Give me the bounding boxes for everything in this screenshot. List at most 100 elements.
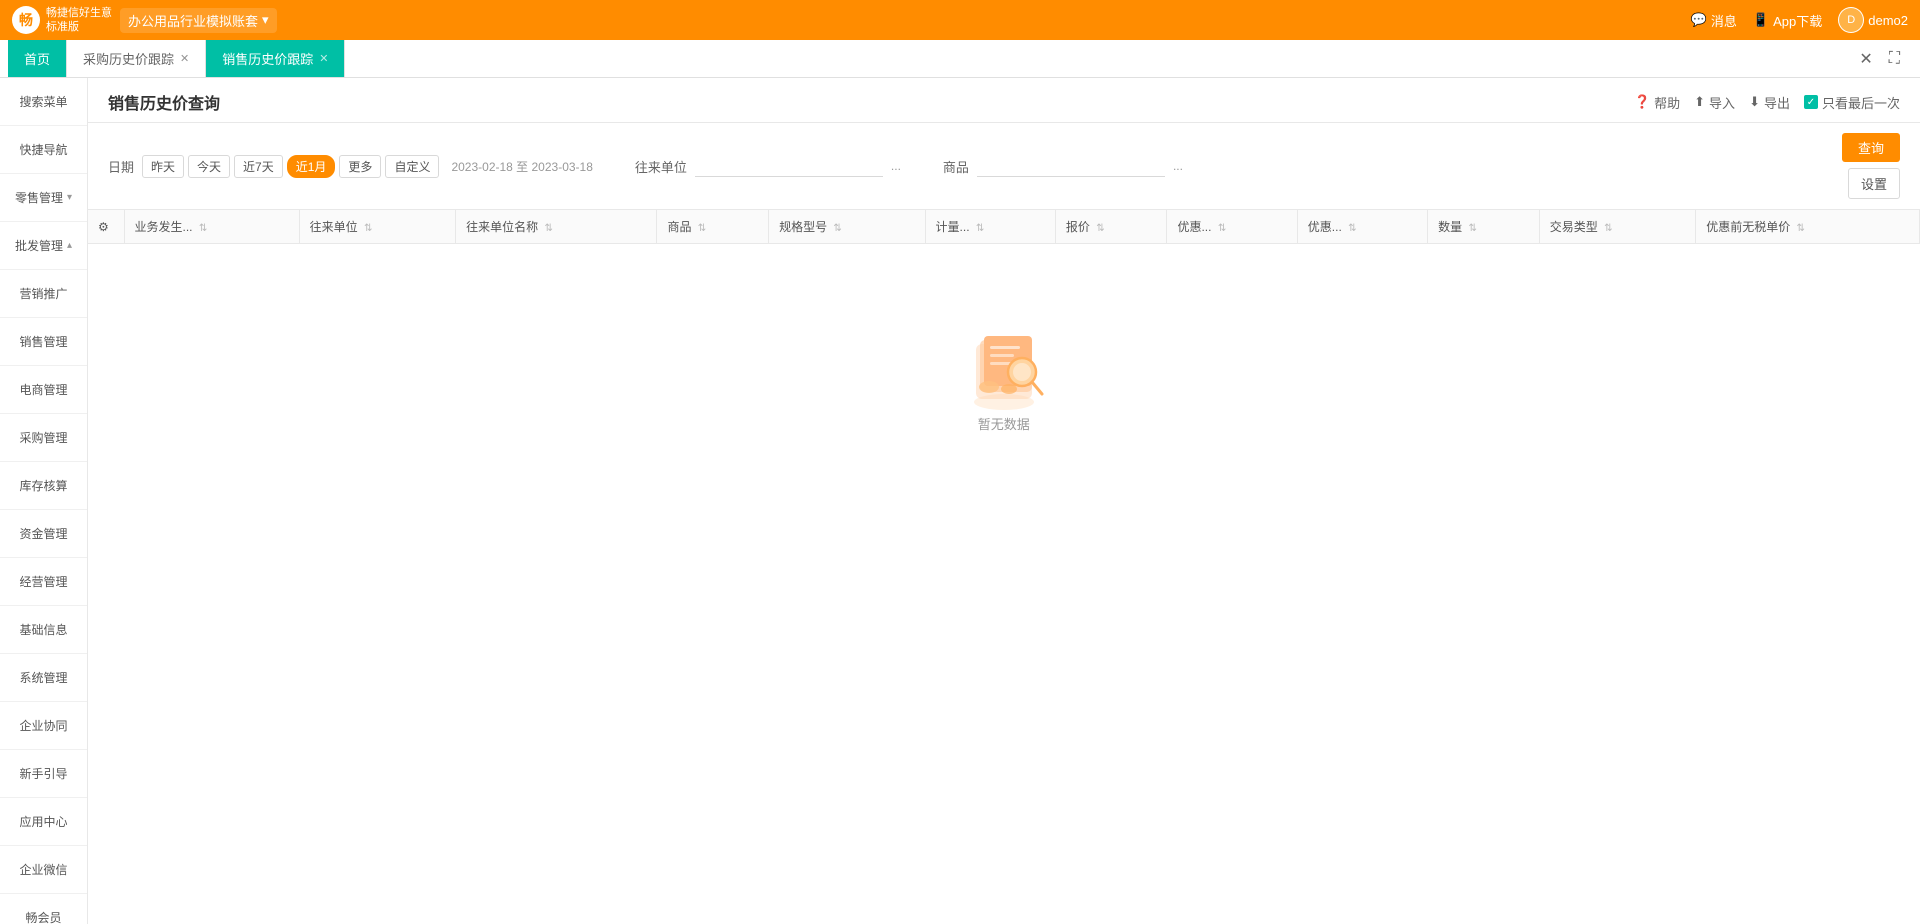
sidebar-item-marketing[interactable]: 营销推广 [0,270,87,318]
sidebar-label-ops-mgmt: 经营管理 [19,573,67,590]
sidebar-item-enterprise[interactable]: 企业协同 [0,702,87,750]
sidebar-label-vip: 畅会员 [25,909,61,924]
sidebar-label-finance-mgmt: 资金管理 [19,525,67,542]
sidebar-item-quick-nav[interactable]: 快捷导航 [0,126,87,174]
sidebar-item-sales-mgmt[interactable]: 销售管理 [0,318,87,366]
empty-cell: 暂无数据 [88,244,1920,514]
tab-sales-history[interactable]: 销售历史价跟踪 ✕ [206,40,345,77]
date-range-display: 2023-02-18 至 2023-03-18 [451,158,592,175]
sidebar-item-ops-mgmt[interactable]: 经营管理 [0,558,87,606]
message-btn[interactable]: 💬 消息 [1691,11,1737,30]
only-last-checkbox[interactable]: ✓ [1804,95,1818,109]
date-btn-yesterday[interactable]: 昨天 [142,155,184,178]
purchase-tab-close-icon[interactable]: ✕ [180,52,189,65]
date-btn-more[interactable]: 更多 [339,155,381,178]
import-icon: ⬆ [1694,94,1705,110]
import-btn[interactable]: ⬆ 导入 [1694,93,1735,112]
sidebar-item-app-center[interactable]: 应用中心 [0,798,87,846]
sidebar-item-finance-mgmt[interactable]: 资金管理 [0,510,87,558]
date-btn-1month[interactable]: 近1月 [287,155,336,178]
maximize-btn[interactable]: ⛶ [1885,48,1904,70]
th-trade-type: 交易类型 ⇅ [1539,210,1695,244]
date-label: 日期 [108,157,134,176]
sidebar-item-inventory[interactable]: 库存核算 [0,462,87,510]
filter-action-buttons: 查询 设置 [1842,133,1900,199]
app-download-btn[interactable]: 📱 App下载 [1753,11,1822,30]
page-title: 销售历史价查询 [108,90,220,114]
sidebar-item-search-menu[interactable]: 搜索菜单 [0,78,87,126]
sidebar-label-sales-mgmt: 销售管理 [19,333,67,350]
empty-text: 暂无数据 [978,414,1030,433]
download-icon: 📱 [1753,12,1769,28]
data-table: ⚙ 业务发生... ⇅ 往来单位 ⇅ 往来单位名称 ⇅ [88,210,1920,513]
sidebar-label-search-menu: 搜索菜单 [19,93,67,110]
sidebar-label-app-center: 应用中心 [19,813,67,830]
table-body: 暂无数据 [88,244,1920,514]
tab-bar-left: 首页 采购历史价跟踪 ✕ 销售历史价跟踪 ✕ [8,40,345,77]
sidebar: 搜索菜单 快捷导航 零售管理 ▾ 批发管理 ▴ 营销推广 销售管理 电商管理 采… [0,78,88,924]
sidebar-label-inventory: 库存核算 [19,477,67,494]
sort-product[interactable]: ⇅ [698,223,706,234]
counterpart-filter-section: 往来单位 ... [635,155,901,177]
main-layout: 搜索菜单 快捷导航 零售管理 ▾ 批发管理 ▴ 营销推广 销售管理 电商管理 采… [0,78,1920,924]
product-ellipsis[interactable]: ... [1173,159,1183,173]
table-container: ⚙ 业务发生... ⇅ 往来单位 ⇅ 往来单位名称 ⇅ [88,210,1920,924]
sidebar-item-vip[interactable]: 畅会员 [0,894,87,924]
sort-trade-type[interactable]: ⇅ [1604,223,1612,234]
tab-purchase-history[interactable]: 采购历史价跟踪 ✕ [67,40,206,77]
th-counterpart: 往来单位 ⇅ [299,210,455,244]
sort-spec[interactable]: ⇅ [833,223,841,234]
sidebar-item-wechat[interactable]: 企业微信 [0,846,87,894]
help-btn[interactable]: ❓ 帮助 [1634,93,1680,112]
date-btn-7days[interactable]: 近7天 [234,155,283,178]
close-window-btn[interactable]: ✕ [1855,47,1876,71]
date-btn-today[interactable]: 今天 [188,155,230,178]
top-bar-right: 💬 消息 📱 App下载 D demo2 [1691,7,1908,33]
filter-bar: 日期 昨天 今天 近7天 近1月 更多 自定义 2023-02-18 至 202… [88,123,1920,210]
tab-home[interactable]: 首页 [8,40,67,77]
gear-icon[interactable]: ⚙ [98,220,109,234]
sidebar-item-wholesale-mgmt[interactable]: 批发管理 ▴ [0,222,87,270]
sidebar-label-wholesale-mgmt: 批发管理 [15,237,63,254]
export-btn[interactable]: ⬇ 导出 [1749,93,1790,112]
sort-discount2[interactable]: ⇅ [1348,223,1356,234]
sort-unit[interactable]: ⇅ [976,223,984,234]
th-biz-date: 业务发生... ⇅ [124,210,299,244]
sort-biz-date[interactable]: ⇅ [199,223,207,234]
sort-pretax-price[interactable]: ⇅ [1797,223,1805,234]
message-icon: 💬 [1691,12,1707,28]
date-btn-custom[interactable]: 自定义 [385,155,439,178]
sort-price[interactable]: ⇅ [1096,223,1104,234]
th-pretax-price: 优惠前无税单价 ⇅ [1696,210,1920,244]
empty-illustration [954,324,1054,414]
chevron-down-icon: ▾ [262,12,269,28]
query-btn[interactable]: 查询 [1842,133,1900,162]
counterpart-input[interactable] [695,155,883,177]
sort-discount1[interactable]: ⇅ [1218,223,1226,234]
only-last-checkbox-group[interactable]: ✓ 只看最后一次 [1804,93,1900,112]
purchase-tab-label: 采购历史价跟踪 [83,49,174,68]
user-profile[interactable]: D demo2 [1838,7,1908,33]
avatar: D [1838,7,1864,33]
sidebar-label-quick-nav: 快捷导航 [19,141,67,158]
counterpart-ellipsis[interactable]: ... [891,159,901,173]
sidebar-item-newcomer[interactable]: 新手引导 [0,750,87,798]
app-selector[interactable]: 办公用品行业模拟账套 ▾ [120,8,277,33]
sort-counterpart-name[interactable]: ⇅ [544,223,552,234]
sidebar-item-ecom-mgmt[interactable]: 电商管理 [0,366,87,414]
sort-counterpart[interactable]: ⇅ [364,223,372,234]
settings-btn[interactable]: 设置 [1848,168,1900,199]
sales-tab-close-icon[interactable]: ✕ [319,52,328,65]
sort-quantity[interactable]: ⇅ [1468,223,1476,234]
th-unit: 计量... ⇅ [925,210,1055,244]
sidebar-item-basic-info[interactable]: 基础信息 [0,606,87,654]
th-discount2: 优惠... ⇅ [1297,210,1427,244]
sidebar-label-retail-mgmt: 零售管理 [15,189,63,206]
sidebar-item-retail-mgmt[interactable]: 零售管理 ▾ [0,174,87,222]
content-area: 销售历史价查询 ❓ 帮助 ⬆ 导入 ⬇ 导出 ✓ [88,78,1920,924]
page-header-actions: ❓ 帮助 ⬆ 导入 ⬇ 导出 ✓ 只看最后一次 [1634,93,1900,112]
product-input[interactable] [977,155,1165,177]
page-header: 销售历史价查询 ❓ 帮助 ⬆ 导入 ⬇ 导出 ✓ [88,78,1920,123]
sidebar-item-purchase-mgmt[interactable]: 采购管理 [0,414,87,462]
sidebar-item-sys-mgmt[interactable]: 系统管理 [0,654,87,702]
